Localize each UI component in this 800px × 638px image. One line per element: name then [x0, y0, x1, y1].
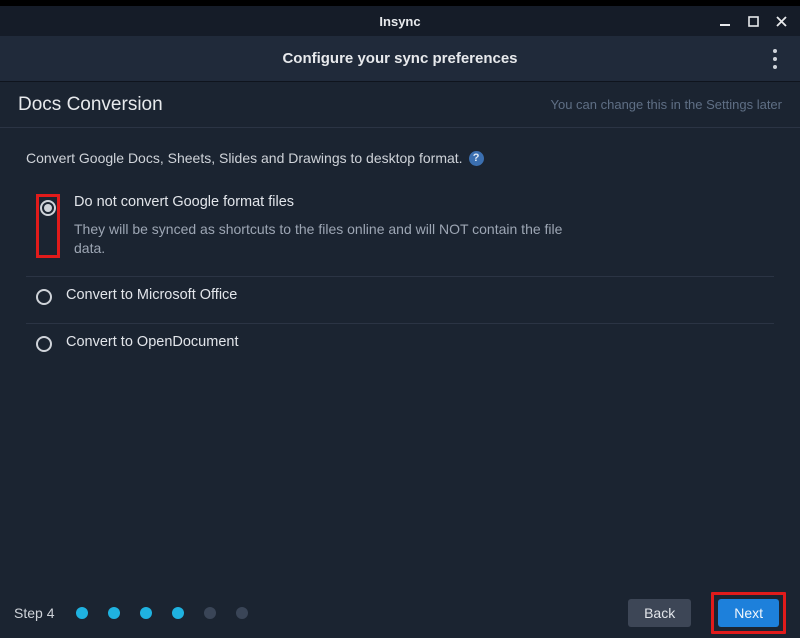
highlight-radio-1 — [36, 194, 60, 258]
window-title: Insync — [0, 14, 800, 29]
option-do-not-convert[interactable]: Do not convert Google format files They … — [26, 184, 774, 277]
app-window: Insync Configure your sync preferences D… — [0, 0, 800, 638]
option-body: Convert to Microsoft Office — [66, 287, 774, 305]
option-sublabel: They will be synced as shortcuts to the … — [74, 220, 594, 258]
back-button[interactable]: Back — [628, 599, 691, 627]
section-title: Docs Conversion — [18, 94, 163, 116]
option-opendocument[interactable]: Convert to OpenDocument — [26, 324, 774, 370]
radio-do-not-convert[interactable] — [40, 200, 56, 216]
option-label: Convert to OpenDocument — [66, 334, 774, 350]
progress-dot-2 — [108, 607, 120, 619]
maximize-button[interactable] — [746, 14, 760, 28]
progress-dot-3 — [140, 607, 152, 619]
section-header: Docs Conversion You can change this in t… — [0, 82, 800, 128]
radio-ms-office[interactable] — [36, 289, 52, 305]
radio-opendocument[interactable] — [36, 336, 52, 352]
option-label: Do not convert Google format files — [74, 194, 774, 210]
footer: Step 4 Back Next — [0, 588, 800, 638]
subheader-title: Configure your sync preferences — [0, 50, 800, 67]
next-button[interactable]: Next — [718, 599, 779, 627]
minimize-button[interactable] — [718, 14, 732, 28]
option-body: Convert to OpenDocument — [66, 334, 774, 352]
description-row: Convert Google Docs, Sheets, Slides and … — [26, 150, 774, 166]
description-text: Convert Google Docs, Sheets, Slides and … — [26, 150, 463, 166]
close-button[interactable] — [774, 14, 788, 28]
progress-dot-6 — [236, 607, 248, 619]
titlebar: Insync — [0, 6, 800, 36]
step-label: Step 4 — [14, 605, 54, 621]
option-label: Convert to Microsoft Office — [66, 287, 774, 303]
progress-dot-4 — [172, 607, 184, 619]
overflow-menu-button[interactable] — [764, 46, 786, 72]
help-icon[interactable]: ? — [469, 151, 484, 166]
subheader: Configure your sync preferences — [0, 36, 800, 82]
section-hint: You can change this in the Settings late… — [550, 97, 782, 112]
progress-dot-1 — [76, 607, 88, 619]
option-body: Do not convert Google format files They … — [74, 194, 774, 258]
progress-dot-5 — [204, 607, 216, 619]
highlight-next: Next — [711, 592, 786, 634]
window-controls — [718, 14, 800, 28]
content-area: Convert Google Docs, Sheets, Slides and … — [0, 128, 800, 588]
options-list: Do not convert Google format files They … — [26, 184, 774, 370]
option-ms-office[interactable]: Convert to Microsoft Office — [26, 277, 774, 324]
